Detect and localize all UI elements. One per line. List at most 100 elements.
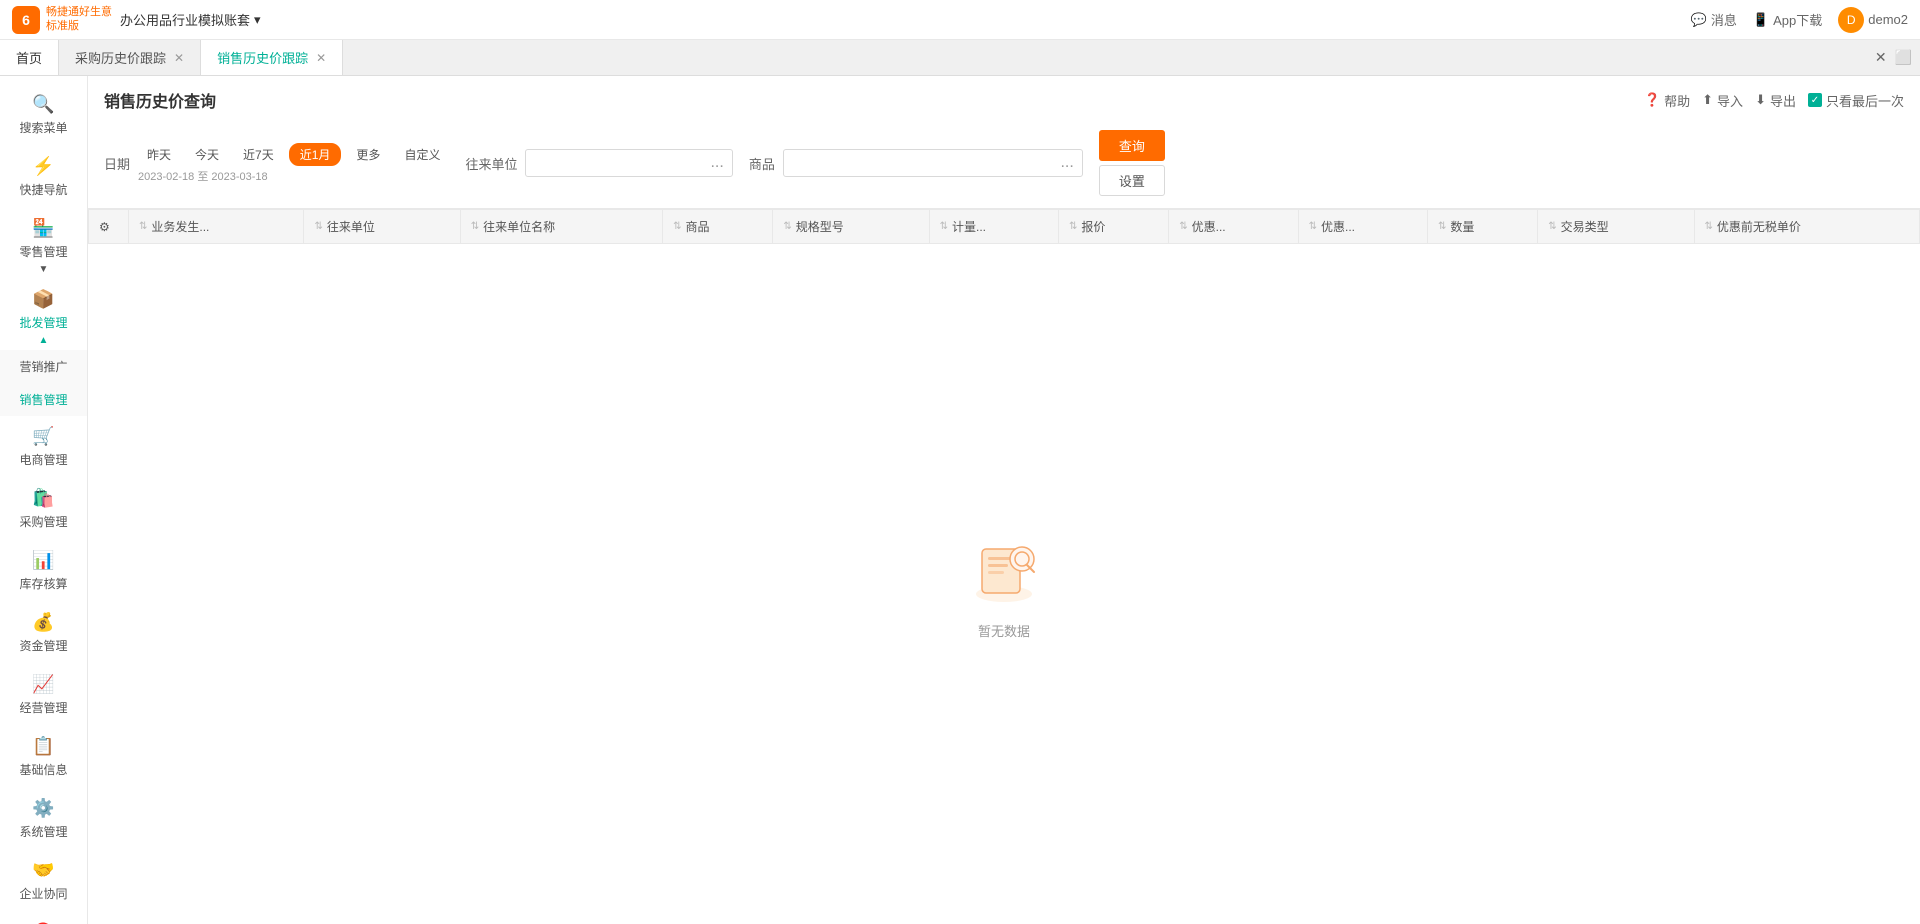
product-input[interactable] <box>792 156 1061 171</box>
sidebar-item-business-mgmt[interactable]: 📈 经营管理 <box>0 664 87 726</box>
wholesale-mgmt-icon: 📦 <box>32 289 54 310</box>
quote-col-header: ⇅ 报价 <box>1059 210 1169 244</box>
settings-button[interactable]: 设置 <box>1099 165 1165 196</box>
avatar: D <box>1838 7 1864 33</box>
discount2-col-header: ⇅ 优惠... <box>1298 210 1427 244</box>
fund-icon: 💰 <box>32 612 54 633</box>
partner-input-wrap[interactable]: ... <box>525 149 732 177</box>
sidebar-item-system-mgmt[interactable]: ⚙️ 系统管理 <box>0 788 87 850</box>
wholesale-arrow-icon: ▲ <box>39 335 49 346</box>
filter-bar: 日期 昨天 今天 近7天 近1月 更多 自定义 2023-02-18 至 202… <box>104 122 1904 208</box>
business-icon: 📈 <box>32 674 54 695</box>
sort-icon: ⇅ <box>1179 221 1187 232</box>
page-actions: ❓ 帮助 ⬆ 导入 ⬇ 导出 ✓ 只看最后一次 <box>1644 91 1904 110</box>
maximize-button[interactable]: ⬜ <box>1895 49 1912 66</box>
sidebar-item-fund-mgmt[interactable]: 💰 资金管理 <box>0 602 87 664</box>
month-btn[interactable]: 近1月 <box>289 143 342 166</box>
content-area: 销售历史价查询 ❓ 帮助 ⬆ 导入 ⬇ 导出 ✓ <box>88 76 1920 924</box>
sidebar-item-purchase-mgmt[interactable]: 🛍️ 采购管理 <box>0 478 87 540</box>
retail-mgmt-icon: 🏪 <box>32 218 54 239</box>
empty-illustration <box>964 529 1044 609</box>
pretax-col-header: ⇅ 优惠前无税单价 <box>1694 210 1919 244</box>
table-area: ⚙ ⇅ 业务发生... ⇅ 往来单位 <box>88 209 1920 924</box>
search-menu-icon: 🔍 <box>32 94 54 115</box>
app-download-button[interactable]: 📱 App下载 <box>1753 10 1822 29</box>
logo-area: 6 畅捷通好生意 标准版 <box>12 6 112 34</box>
close-all-tabs-button[interactable]: ✕ <box>1875 49 1887 66</box>
basic-info-icon: 📋 <box>32 736 54 757</box>
sales-tab[interactable]: 销售历史价跟踪 ✕ <box>201 40 343 75</box>
sidebar-item-enterprise-collab[interactable]: 🤝 企业协同 <box>0 850 87 912</box>
quick-nav-icon: ⚡ <box>32 156 54 177</box>
sidebar-item-inventory-calc[interactable]: 📊 库存核算 <box>0 540 87 602</box>
last-only-checkbox[interactable]: ✓ <box>1808 93 1822 107</box>
partner-input[interactable] <box>534 156 710 171</box>
help-icon: ❓ <box>1644 92 1660 108</box>
sort-icon: ⇅ <box>1438 221 1446 232</box>
date-range-display: 2023-02-18 至 2023-03-18 <box>138 168 449 184</box>
qty-col-header: ⇅ 数量 <box>1428 210 1538 244</box>
date-options: 昨天 今天 近7天 近1月 更多 自定义 <box>138 143 449 166</box>
more-btn[interactable]: 更多 <box>347 143 389 166</box>
yesterday-btn[interactable]: 昨天 <box>138 143 180 166</box>
sidebar-item-marketing[interactable]: 营销推广 <box>0 350 87 383</box>
week-btn[interactable]: 近7天 <box>234 143 283 166</box>
collab-icon: 🤝 <box>32 860 54 881</box>
page-title-row: 销售历史价查询 ❓ 帮助 ⬆ 导入 ⬇ 导出 ✓ <box>104 88 1904 112</box>
phone-icon: 📱 <box>1753 12 1769 28</box>
workspace-dropdown[interactable]: 办公用品行业模拟账套 ▾ <box>120 10 261 29</box>
settings-col-header: ⚙ <box>89 210 129 244</box>
system-icon: ⚙️ <box>32 798 54 819</box>
partner-name-col-header: ⇅ 往来单位名称 <box>460 210 662 244</box>
purchase-tab[interactable]: 采购历史价跟踪 ✕ <box>59 40 201 75</box>
product-input-wrap[interactable]: ... <box>783 149 1083 177</box>
purchase-icon: 🛍️ <box>32 488 54 509</box>
product-input-dots[interactable]: ... <box>1060 154 1073 172</box>
today-btn[interactable]: 今天 <box>186 143 228 166</box>
sales-tab-close[interactable]: ✕ <box>316 51 326 65</box>
empty-state: 暂无数据 <box>88 244 1920 924</box>
ecommerce-icon: 🛒 <box>32 426 54 447</box>
logo-text: 畅捷通好生意 标准版 <box>46 6 112 32</box>
last-only-checkbox-label[interactable]: ✓ 只看最后一次 <box>1808 91 1904 110</box>
sidebar-item-ecommerce-mgmt[interactable]: 🛒 电商管理 <box>0 416 87 478</box>
search-button[interactable]: 查询 <box>1099 130 1165 161</box>
sort-icon: ⇅ <box>139 221 147 232</box>
wholesale-subitems: 营销推广 销售管理 <box>0 350 87 416</box>
sidebar-item-basic-info[interactable]: 📋 基础信息 <box>0 726 87 788</box>
message-button[interactable]: 💬 消息 <box>1691 10 1737 29</box>
help-action[interactable]: ❓ 帮助 <box>1644 91 1690 110</box>
sidebar-item-sales-mgmt[interactable]: 销售管理 <box>0 383 87 416</box>
export-action[interactable]: ⬇ 导出 <box>1755 91 1796 110</box>
sidebar: 🔍 搜索菜单 ⚡ 快捷导航 🏪 零售管理 ▼ 📦 批发管理 ▲ 营销推广 销售管… <box>0 76 88 924</box>
import-action[interactable]: ⬆ 导入 <box>1702 91 1743 110</box>
product-filter: 商品 ... <box>749 149 1083 177</box>
home-tab[interactable]: 首页 <box>0 40 59 75</box>
retail-arrow-icon: ▼ <box>39 264 49 275</box>
custom-btn[interactable]: 自定义 <box>395 143 449 166</box>
partner-input-dots[interactable]: ... <box>710 154 723 172</box>
sidebar-item-quick-nav[interactable]: ⚡ 快捷导航 <box>0 146 87 208</box>
business-date-col-header: ⇅ 业务发生... <box>129 210 304 244</box>
gear-icon[interactable]: ⚙ <box>99 220 110 234</box>
product-col-header: ⇅ 商品 <box>663 210 773 244</box>
date-filter: 日期 昨天 今天 近7天 近1月 更多 自定义 2023-02-18 至 202… <box>104 143 449 184</box>
top-bar-right: 💬 消息 📱 App下载 D demo2 <box>1691 7 1908 33</box>
sort-icon: ⇅ <box>471 221 479 232</box>
sort-icon: ⇅ <box>783 221 791 232</box>
purchase-tab-close[interactable]: ✕ <box>174 51 184 65</box>
data-table: ⚙ ⇅ 业务发生... ⇅ 往来单位 <box>88 209 1920 244</box>
top-bar-left: 6 畅捷通好生意 标准版 办公用品行业模拟账套 ▾ <box>12 6 261 34</box>
tab-bar-actions: ✕ ⬜ <box>1867 40 1920 75</box>
sidebar-item-search-menu[interactable]: 🔍 搜索菜单 <box>0 84 87 146</box>
sidebar-item-wholesale-mgmt[interactable]: 📦 批发管理 ▲ <box>0 279 87 350</box>
trade-type-col-header: ⇅ 交易类型 <box>1538 210 1694 244</box>
inventory-icon: 📊 <box>32 550 54 571</box>
sidebar-item-retail-mgmt[interactable]: 🏪 零售管理 ▼ <box>0 208 87 279</box>
sort-icon: ⇅ <box>673 221 681 232</box>
sort-icon: ⇅ <box>1069 221 1077 232</box>
user-menu[interactable]: D demo2 <box>1838 7 1908 33</box>
export-icon: ⬇ <box>1755 92 1766 108</box>
sidebar-item-beginner-guide[interactable]: 🎯 新手引导 <box>0 912 87 924</box>
partner-col-header: ⇅ 往来单位 <box>304 210 460 244</box>
